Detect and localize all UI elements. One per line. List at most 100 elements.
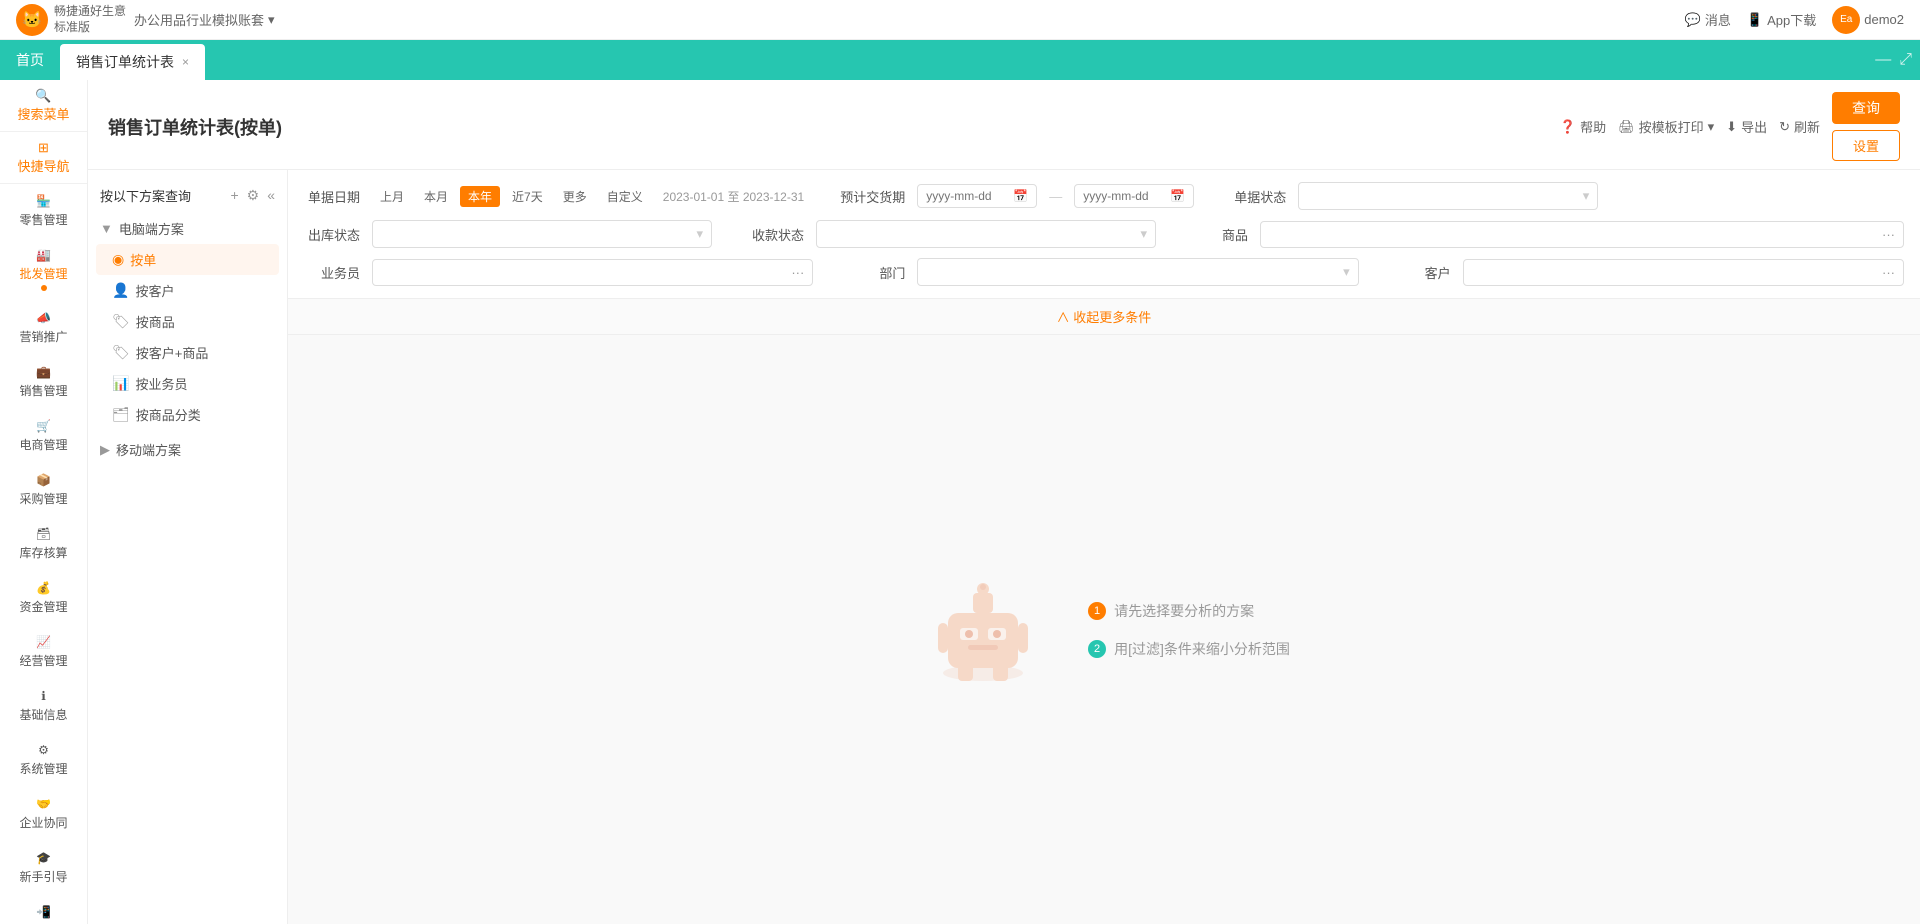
cust-prod-icon: 🏷 (112, 344, 130, 361)
template-print-button[interactable]: 🖨 按模板打印 ▾ (1618, 117, 1714, 136)
inventory-icon: 🗃 (36, 527, 51, 541)
status-select[interactable]: ▾ (1298, 182, 1598, 210)
receive-arrow-icon: ▾ (1140, 226, 1147, 242)
panel-item-by-customer[interactable]: 👤 按客户 (96, 275, 279, 306)
sidebar-item-sales[interactable]: 💼 销售管理 (0, 355, 87, 409)
filter-row-person: 业务员 ··· 部门 ▾ 客户 ··· (304, 258, 1904, 286)
sidebar-item-retail[interactable]: 🏪 零售管理 (0, 184, 87, 238)
inner-layout: 按以下方案查询 + ⚙ « ▼ 电脑端方案 ◉ 按单 (88, 170, 1920, 924)
result-area: 1 请先选择要分析的方案 2 用[过滤]条件来缩小分析范围 (288, 335, 1920, 924)
print-icon: 🖨 (1618, 119, 1635, 135)
date-range-text: 2023-01-01 至 2023-12-31 (663, 188, 804, 205)
add-scheme-button[interactable]: + (230, 187, 238, 204)
settings-button[interactable]: 设置 (1832, 130, 1900, 161)
sidebar-search[interactable]: 🔍 搜索菜单 (0, 80, 87, 132)
customer-label: 客户 (1395, 263, 1451, 282)
industry-selector[interactable]: 办公用品行业模拟账套 ▾ (134, 10, 275, 29)
product-more-icon[interactable]: ··· (1882, 227, 1895, 242)
customer-more-icon[interactable]: ··· (1882, 265, 1895, 280)
panel-item-by-salesperson[interactable]: 📊 按业务员 (96, 368, 279, 399)
salesperson-more-icon[interactable]: ··· (791, 265, 804, 280)
sidebar-item-newbie[interactable]: 🎓 新手引导 (0, 841, 87, 895)
shortcut-this-month[interactable]: 本月 (416, 186, 456, 207)
system-icon: ⚙ (38, 743, 49, 757)
department-select[interactable]: ▾ (917, 258, 1358, 286)
appcenter-icon: 📲 (36, 905, 51, 919)
chevron-down-icon: ▾ (268, 12, 275, 28)
receive-status-label: 收款状态 (748, 225, 804, 244)
indicator-dot (41, 285, 47, 291)
date-to-input[interactable]: 📅 (1074, 184, 1194, 208)
app-download-button[interactable]: 📱 App下载 (1747, 10, 1816, 29)
shortcut-custom[interactable]: 自定义 (599, 186, 651, 207)
page-header: 销售订单统计表(按单) ❓ 帮助 🖨 按模板打印 ▾ ⬇ 导出 ↻ 刷新 (88, 80, 1920, 170)
wholesale-icon: 🏭 (36, 248, 51, 262)
date-from-input[interactable]: 📅 (917, 184, 1037, 208)
salesperson-label: 业务员 (304, 263, 360, 282)
marketing-icon: 📣 (36, 311, 51, 325)
sidebar-item-finance[interactable]: 💰 资金管理 (0, 571, 87, 625)
product-select[interactable]: ··· (1260, 221, 1904, 248)
calendar-icon-2: 📅 (1170, 189, 1185, 203)
messages-button[interactable]: 💬 消息 (1685, 10, 1731, 29)
date-shortcuts: 上月 本月 本年 近7天 更多 自定义 (372, 186, 651, 207)
sidebar-quick-nav[interactable]: ⊞ 快捷导航 (0, 132, 87, 184)
sidebar-item-appcenter[interactable]: 📲 应用中心 (0, 895, 87, 924)
shortcut-more[interactable]: 更多 (555, 186, 595, 207)
export-button[interactable]: ⬇ 导出 (1726, 117, 1767, 136)
sidebar-item-system[interactable]: ⚙ 系统管理 (0, 733, 87, 787)
maximize-icon[interactable]: ⤢ (1899, 51, 1912, 69)
sidebar-item-wholesale[interactable]: 🏭 批发管理 (0, 238, 87, 301)
grid-icon: ⊞ (8, 140, 79, 156)
panel-item-by-product[interactable]: 🏷 按商品 (96, 306, 279, 337)
refresh-icon: ↻ (1779, 119, 1790, 135)
date-to-field[interactable] (1083, 189, 1170, 203)
sidebar-item-purchase[interactable]: 📦 采购管理 (0, 463, 87, 517)
date-from-field[interactable] (926, 189, 1013, 203)
user-menu[interactable]: Ea demo2 (1832, 6, 1904, 34)
ship-status-select[interactable]: ▾ (372, 220, 712, 248)
calendar-icon: 📅 (1013, 189, 1028, 203)
page-title: 销售订单统计表(按单) (108, 114, 282, 140)
settings-scheme-button[interactable]: ⚙ (247, 187, 260, 204)
robot-svg-icon (918, 573, 1048, 683)
panel-header: 按以下方案查询 + ⚙ « (88, 182, 287, 213)
sidebar-item-operations[interactable]: 📈 经营管理 (0, 625, 87, 679)
shortcut-last-month[interactable]: 上月 (372, 186, 412, 207)
shortcut-7days[interactable]: 近7天 (504, 186, 551, 207)
panel-section-pc-title[interactable]: ▼ 电脑端方案 (88, 213, 287, 244)
arrow-right-icon: ▶ (100, 442, 110, 458)
department-label: 部门 (849, 263, 905, 282)
query-button[interactable]: 查询 (1832, 92, 1900, 124)
help-button[interactable]: ❓ 帮助 (1560, 117, 1606, 136)
refresh-button[interactable]: ↻ 刷新 (1779, 117, 1820, 136)
panel-item-by-category[interactable]: 🗂 按商品分类 (96, 399, 279, 430)
hint-num-1: 1 (1088, 602, 1106, 620)
salesperson-icon: 📊 (112, 375, 129, 392)
customer-select[interactable]: ··· (1463, 259, 1904, 286)
cooperation-icon: 🤝 (36, 797, 51, 811)
collapse-panel-button[interactable]: « (267, 187, 275, 204)
tab-sales-order-stats[interactable]: 销售订单统计表 × (60, 44, 205, 80)
sidebar-item-ecommerce[interactable]: 🛒 电商管理 (0, 409, 87, 463)
action-btns: 查询 设置 (1832, 92, 1900, 161)
panel-item-by-order[interactable]: ◉ 按单 (96, 244, 279, 275)
sidebar-item-inventory[interactable]: 🗃 库存核算 (0, 517, 87, 571)
receive-status-select[interactable]: ▾ (816, 220, 1156, 248)
panel-item-by-cust-prod[interactable]: 🏷 按客户+商品 (96, 337, 279, 368)
finance-icon: 💰 (36, 581, 51, 595)
salesperson-select[interactable]: ··· (372, 259, 813, 286)
tab-home[interactable]: 首页 (0, 40, 60, 80)
purchase-icon: 📦 (36, 473, 51, 487)
top-bar-right: 💬 消息 📱 App下载 Ea demo2 (1685, 6, 1904, 34)
minimize-icon[interactable]: — (1875, 51, 1891, 69)
panel-section-mobile-title[interactable]: ▶ 移动端方案 (88, 434, 287, 465)
shortcut-this-year[interactable]: 本年 (460, 186, 500, 207)
sidebar-item-basic[interactable]: ℹ 基础信息 (0, 679, 87, 733)
basic-icon: ℹ (41, 689, 46, 703)
tab-close-icon[interactable]: × (182, 55, 189, 69)
filter-row-date: 单据日期 上月 本月 本年 近7天 更多 自定义 2023-01-01 至 20… (304, 182, 1904, 210)
sidebar-item-marketing[interactable]: 📣 营销推广 (0, 301, 87, 355)
collapse-bar[interactable]: ∧ 收起更多条件 (288, 299, 1920, 335)
sidebar-item-cooperation[interactable]: 🤝 企业协同 (0, 787, 87, 841)
